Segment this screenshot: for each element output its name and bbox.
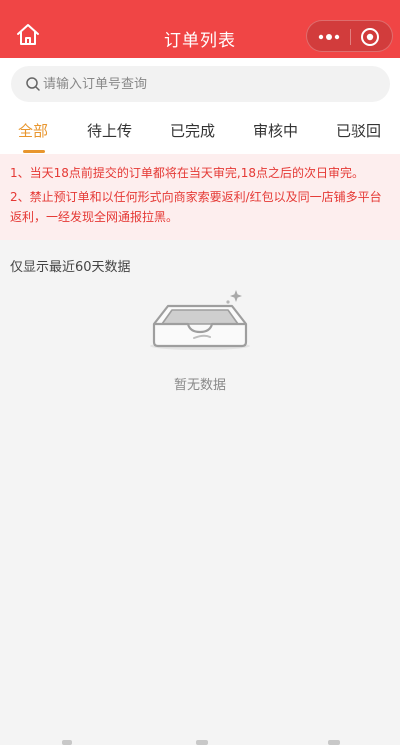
notice-line-2: 2、禁止预订单和以任何形式向商家索要返利/红包以及同一店铺多平台	[10, 190, 382, 204]
tab-all[interactable]: 全部	[18, 120, 48, 141]
empty-box-icon	[148, 288, 252, 352]
notice-banner: 1、当天18点前提交的订单都将在当天审完,18点之后的次日审完。 2、禁止预订单…	[0, 154, 400, 240]
search-bar	[0, 58, 400, 110]
empty-state-text: 暂无数据	[173, 378, 226, 393]
bottom-bar-edge	[0, 740, 400, 745]
more-icon[interactable]	[317, 29, 341, 45]
close-miniprogram-icon[interactable]	[360, 27, 380, 47]
active-tab-indicator	[23, 150, 45, 153]
order-status-tabs: 全部 待上传 已完成 审核中 已驳回	[0, 110, 400, 154]
nav-bar: 订单列表	[0, 0, 400, 58]
capsule-divider	[350, 29, 351, 45]
tab-pending-upload[interactable]: 待上传	[87, 120, 132, 141]
miniprogram-capsule	[306, 20, 393, 52]
search-input[interactable]	[43, 66, 373, 102]
search-box[interactable]	[11, 66, 390, 102]
notice-line-1: 1、当天18点前提交的订单都将在当天审完,18点之后的次日审完。	[10, 166, 364, 180]
tab-reviewing[interactable]: 审核中	[253, 120, 298, 141]
tab-completed[interactable]: 已完成	[170, 120, 215, 141]
tab-rejected[interactable]: 已驳回	[336, 120, 381, 141]
notice-line-2-cont: 返利，一经发现全网通报拉黑。	[10, 210, 179, 224]
search-icon	[25, 76, 41, 92]
data-range-hint: 仅显示最近60天数据	[10, 260, 131, 275]
